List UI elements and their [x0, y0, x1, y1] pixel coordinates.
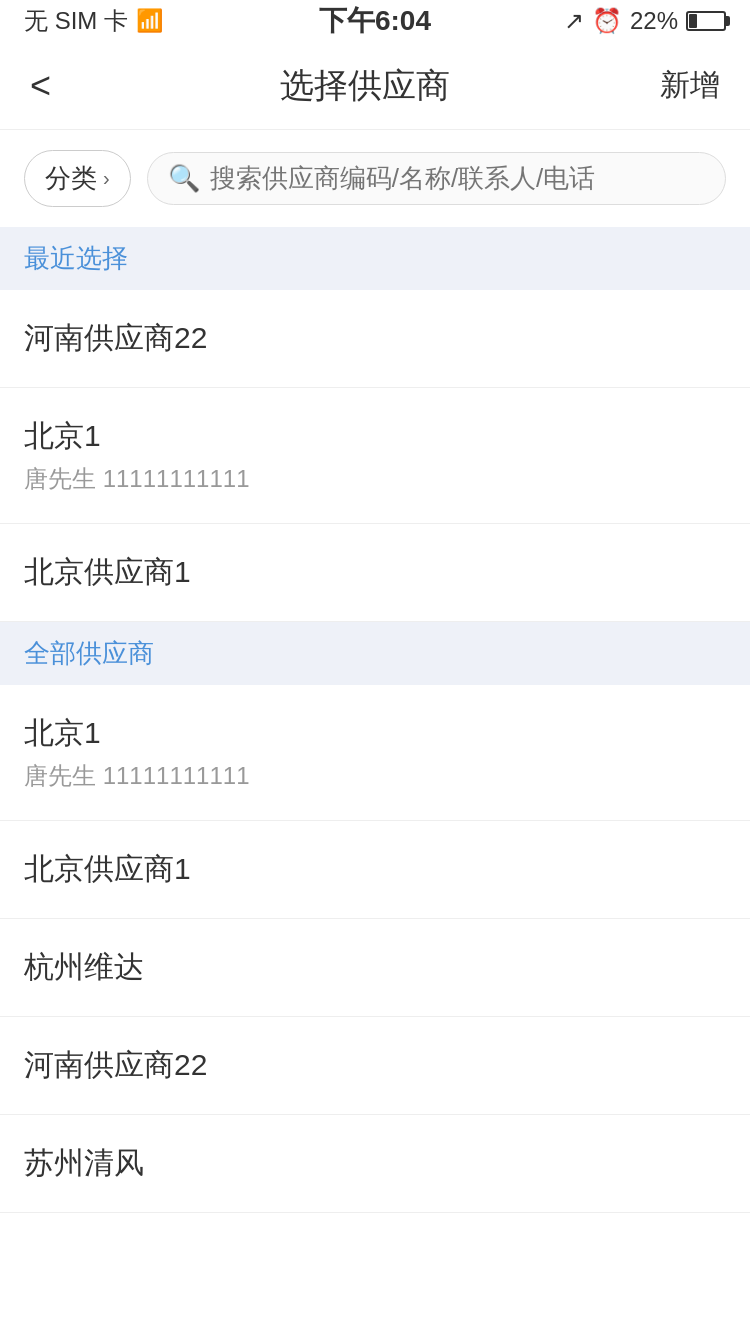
item-name: 北京供应商1 — [24, 849, 726, 890]
wifi-icon: 📶 — [136, 8, 163, 34]
new-action-button[interactable]: 新增 — [640, 65, 720, 106]
status-right: ↗ ⏰ 22% — [564, 7, 726, 35]
list-item[interactable]: 北京1 唐先生 11111111111 — [0, 388, 750, 524]
supplier-list: 最近选择河南供应商22 北京1 唐先生 11111111111 北京供应商1 全部供应商… — [0, 227, 750, 1213]
section-header-recent: 最近选择 — [0, 227, 750, 290]
alarm-icon: ⏰ — [592, 7, 622, 35]
category-label: 分类 — [45, 161, 97, 196]
status-left: 无 SIM 卡 📶 — [24, 5, 163, 37]
search-box[interactable]: 🔍 — [147, 152, 726, 205]
item-name: 河南供应商22 — [24, 318, 726, 359]
list-item[interactable]: 苏州清风 — [0, 1115, 750, 1213]
no-sim-label: 无 SIM 卡 — [24, 5, 128, 37]
chevron-right-icon: › — [103, 167, 110, 190]
location-icon: ↗ — [564, 7, 584, 35]
item-name: 北京1 — [24, 416, 726, 457]
item-sub: 唐先生 11111111111 — [24, 463, 726, 495]
item-name: 苏州清风 — [24, 1143, 726, 1184]
search-input[interactable] — [210, 163, 705, 194]
back-button[interactable]: < — [30, 65, 90, 107]
item-name: 杭州维达 — [24, 947, 726, 988]
search-icon: 🔍 — [168, 163, 200, 194]
item-name: 北京1 — [24, 713, 726, 754]
filter-bar: 分类 › 🔍 — [0, 130, 750, 227]
list-item[interactable]: 北京供应商1 — [0, 821, 750, 919]
list-item[interactable]: 北京1 唐先生 11111111111 — [0, 685, 750, 821]
status-time: 下午6:04 — [319, 2, 431, 40]
list-item[interactable]: 河南供应商22 — [0, 290, 750, 388]
nav-bar: < 选择供应商 新增 — [0, 42, 750, 130]
item-name: 河南供应商22 — [24, 1045, 726, 1086]
list-item[interactable]: 杭州维达 — [0, 919, 750, 1017]
list-item[interactable]: 北京供应商1 — [0, 524, 750, 622]
status-bar: 无 SIM 卡 📶 下午6:04 ↗ ⏰ 22% — [0, 0, 750, 42]
item-sub: 唐先生 11111111111 — [24, 760, 726, 792]
category-button[interactable]: 分类 › — [24, 150, 131, 207]
page-title: 选择供应商 — [90, 63, 640, 109]
item-name: 北京供应商1 — [24, 552, 726, 593]
list-item[interactable]: 河南供应商22 — [0, 1017, 750, 1115]
battery-icon — [686, 11, 726, 31]
battery-percent: 22% — [630, 7, 678, 35]
section-header-all: 全部供应商 — [0, 622, 750, 685]
